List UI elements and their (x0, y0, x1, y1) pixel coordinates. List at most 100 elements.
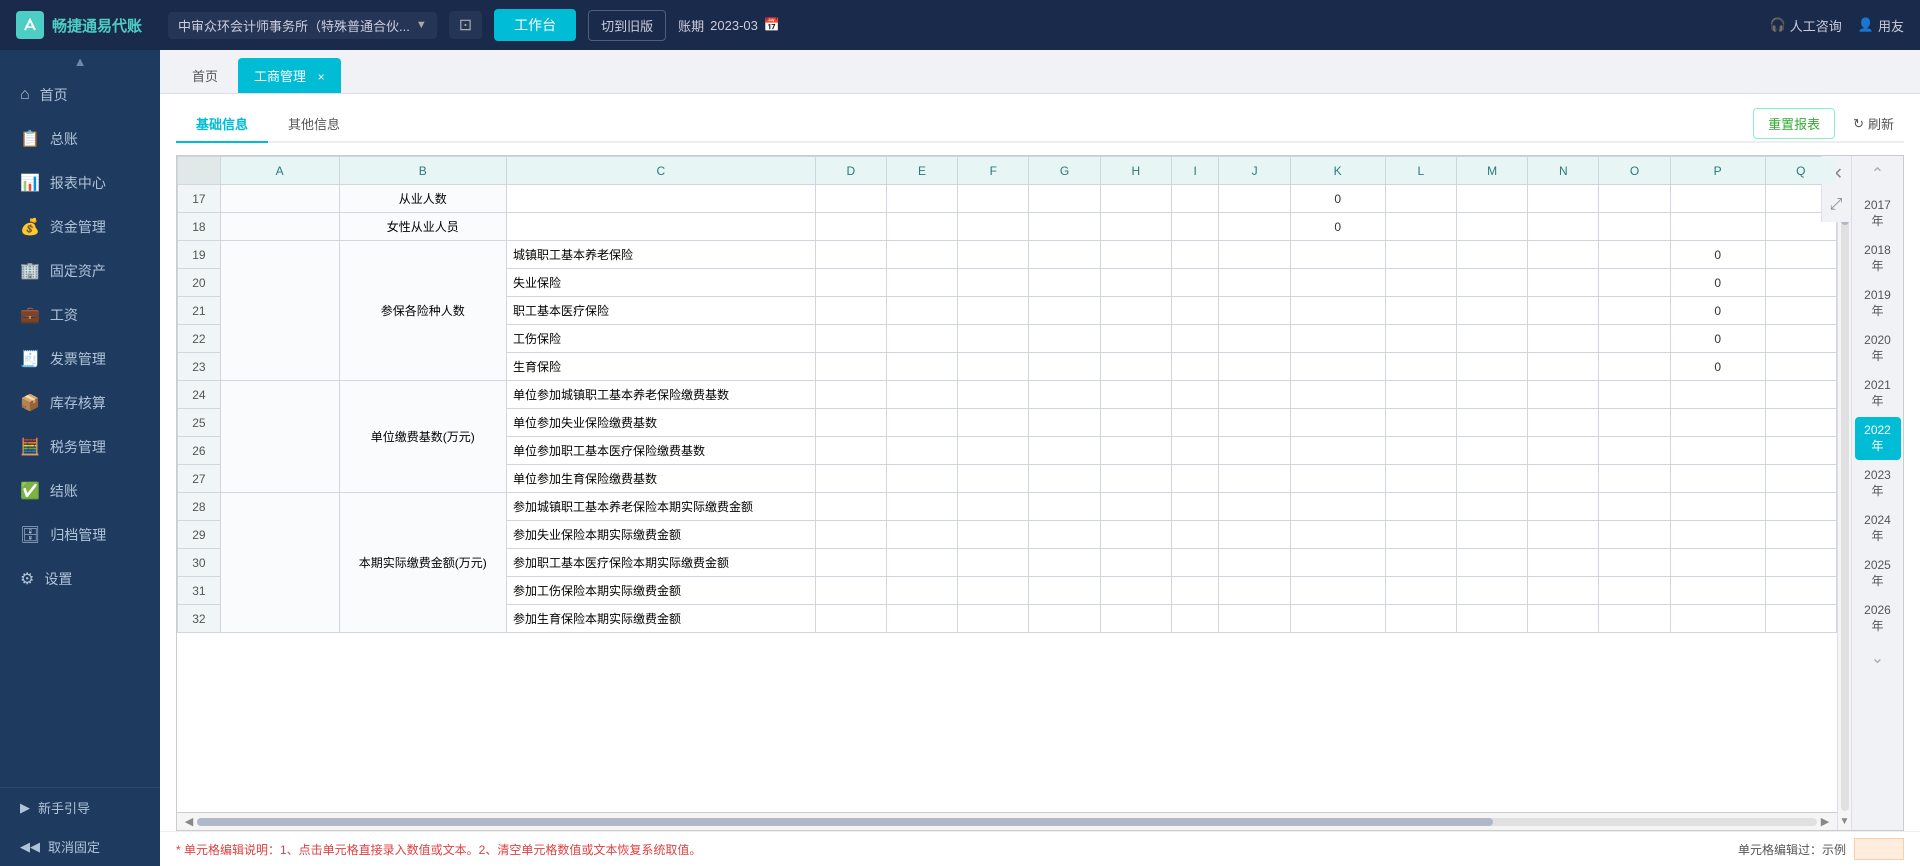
cell-18-n[interactable] (1528, 213, 1599, 241)
cell-25-l[interactable] (1385, 409, 1456, 437)
cell-32-o[interactable] (1599, 605, 1670, 633)
cell-30-j[interactable] (1219, 549, 1290, 577)
cell-28-g[interactable] (1029, 493, 1100, 521)
cell-25-p[interactable] (1670, 409, 1765, 437)
cell-22-d[interactable] (815, 325, 886, 353)
sidebar-item-settle[interactable]: ✅ 结账 (0, 469, 160, 513)
cell-27-d[interactable] (815, 465, 886, 493)
cell-32-j[interactable] (1219, 605, 1290, 633)
cell-32-h[interactable] (1100, 605, 1171, 633)
sidebar-item-archive[interactable]: 🗄 归档管理 (0, 513, 160, 557)
cell-19-i[interactable] (1171, 241, 1219, 269)
cell-22-p[interactable]: 0 (1670, 325, 1765, 353)
cell-28-k[interactable] (1290, 493, 1385, 521)
cell-31-i[interactable] (1171, 577, 1219, 605)
cell-20-j[interactable] (1219, 269, 1290, 297)
cell-22-h[interactable] (1100, 325, 1171, 353)
cell-19-a[interactable] (220, 241, 339, 381)
scroll-down-btn[interactable]: ▼ (1840, 813, 1850, 830)
cell-18-f[interactable] (958, 213, 1029, 241)
company-selector[interactable]: 中审众环会计师事务所（特殊普通合伙... ▼ (168, 12, 437, 39)
cell-23-m[interactable] (1456, 353, 1527, 381)
expand-panel-button[interactable]: ⤢ (1824, 192, 1849, 218)
cell-20-l[interactable] (1385, 269, 1456, 297)
sidebar-item-tax[interactable]: 🧮 税务管理 (0, 425, 160, 469)
cell-29-h[interactable] (1100, 521, 1171, 549)
cell-22-q[interactable] (1765, 325, 1836, 353)
cell-32-g[interactable] (1029, 605, 1100, 633)
cell-31-p[interactable] (1670, 577, 1765, 605)
cell-17-g[interactable] (1029, 185, 1100, 213)
cell-25-o[interactable] (1599, 409, 1670, 437)
cell-31-e[interactable] (886, 577, 957, 605)
cell-17-f[interactable] (958, 185, 1029, 213)
cell-28-i[interactable] (1171, 493, 1219, 521)
year-item-2024[interactable]: 2024年 (1855, 507, 1901, 550)
scroll-left-btn[interactable]: ◀ (181, 815, 197, 828)
refresh-button[interactable]: ↻ 刷新 (1843, 109, 1904, 138)
cell-24-k[interactable] (1290, 381, 1385, 409)
cell-18-c[interactable] (506, 213, 815, 241)
cell-32-c[interactable]: 参加生育保险本期实际缴费金额 (506, 605, 815, 633)
cell-31-n[interactable] (1528, 577, 1599, 605)
cell-19-l[interactable] (1385, 241, 1456, 269)
cell-27-k[interactable] (1290, 465, 1385, 493)
sidebar-item-inventory[interactable]: 📦 库存核算 (0, 381, 160, 425)
cell-20-c[interactable]: 失业保险 (506, 269, 815, 297)
cell-29-n[interactable] (1528, 521, 1599, 549)
cell-19-h[interactable] (1100, 241, 1171, 269)
cell-28-n[interactable] (1528, 493, 1599, 521)
cell-23-i[interactable] (1171, 353, 1219, 381)
cell-24-a[interactable] (220, 381, 339, 493)
cell-32-q[interactable] (1765, 605, 1836, 633)
cell-19-d[interactable] (815, 241, 886, 269)
cell-26-q[interactable] (1765, 437, 1836, 465)
cell-27-n[interactable] (1528, 465, 1599, 493)
reset-button[interactable]: 重置报表 (1753, 108, 1835, 139)
cell-25-m[interactable] (1456, 409, 1527, 437)
cell-26-h[interactable] (1100, 437, 1171, 465)
cell-19-q[interactable] (1765, 241, 1836, 269)
cell-25-g[interactable] (1029, 409, 1100, 437)
cell-26-o[interactable] (1599, 437, 1670, 465)
cell-18-a[interactable] (220, 213, 339, 241)
cell-22-c[interactable]: 工伤保险 (506, 325, 815, 353)
cell-29-q[interactable] (1765, 521, 1836, 549)
cell-28-j[interactable] (1219, 493, 1290, 521)
cell-21-f[interactable] (958, 297, 1029, 325)
cell-17-b[interactable]: 从业人数 (339, 185, 506, 213)
cell-31-g[interactable] (1029, 577, 1100, 605)
sub-tab-other[interactable]: 其他信息 (268, 106, 360, 143)
cell-30-k[interactable] (1290, 549, 1385, 577)
cell-18-o[interactable] (1599, 213, 1670, 241)
cell-29-i[interactable] (1171, 521, 1219, 549)
cell-30-q[interactable] (1765, 549, 1836, 577)
cell-31-q[interactable] (1765, 577, 1836, 605)
sidebar-item-asset[interactable]: 🏢 固定资产 (0, 249, 160, 293)
cell-31-c[interactable]: 参加工伤保险本期实际缴费金额 (506, 577, 815, 605)
cell-17-m[interactable] (1456, 185, 1527, 213)
cell-27-f[interactable] (958, 465, 1029, 493)
cell-32-l[interactable] (1385, 605, 1456, 633)
sidebar-item-unpin[interactable]: ◀◀ 取消固定 (0, 827, 160, 866)
cell-29-p[interactable] (1670, 521, 1765, 549)
cell-26-d[interactable] (815, 437, 886, 465)
cell-28-h[interactable] (1100, 493, 1171, 521)
cell-21-p[interactable]: 0 (1670, 297, 1765, 325)
cell-27-g[interactable] (1029, 465, 1100, 493)
cell-17-p[interactable] (1670, 185, 1765, 213)
cell-28-o[interactable] (1599, 493, 1670, 521)
cell-18-m[interactable] (1456, 213, 1527, 241)
sidebar-item-settings[interactable]: ⚙ 设置 (0, 557, 160, 601)
cell-21-n[interactable] (1528, 297, 1599, 325)
sidebar-item-invoice[interactable]: 🧾 发票管理 (0, 337, 160, 381)
year-nav-down[interactable]: ⌄ (1867, 644, 1888, 672)
cell-17-c[interactable] (506, 185, 815, 213)
cell-29-d[interactable] (815, 521, 886, 549)
cell-27-h[interactable] (1100, 465, 1171, 493)
year-item-2018[interactable]: 2018年 (1855, 237, 1901, 280)
cell-17-o[interactable] (1599, 185, 1670, 213)
cell-25-n[interactable] (1528, 409, 1599, 437)
cell-22-g[interactable] (1029, 325, 1100, 353)
cell-30-f[interactable] (958, 549, 1029, 577)
